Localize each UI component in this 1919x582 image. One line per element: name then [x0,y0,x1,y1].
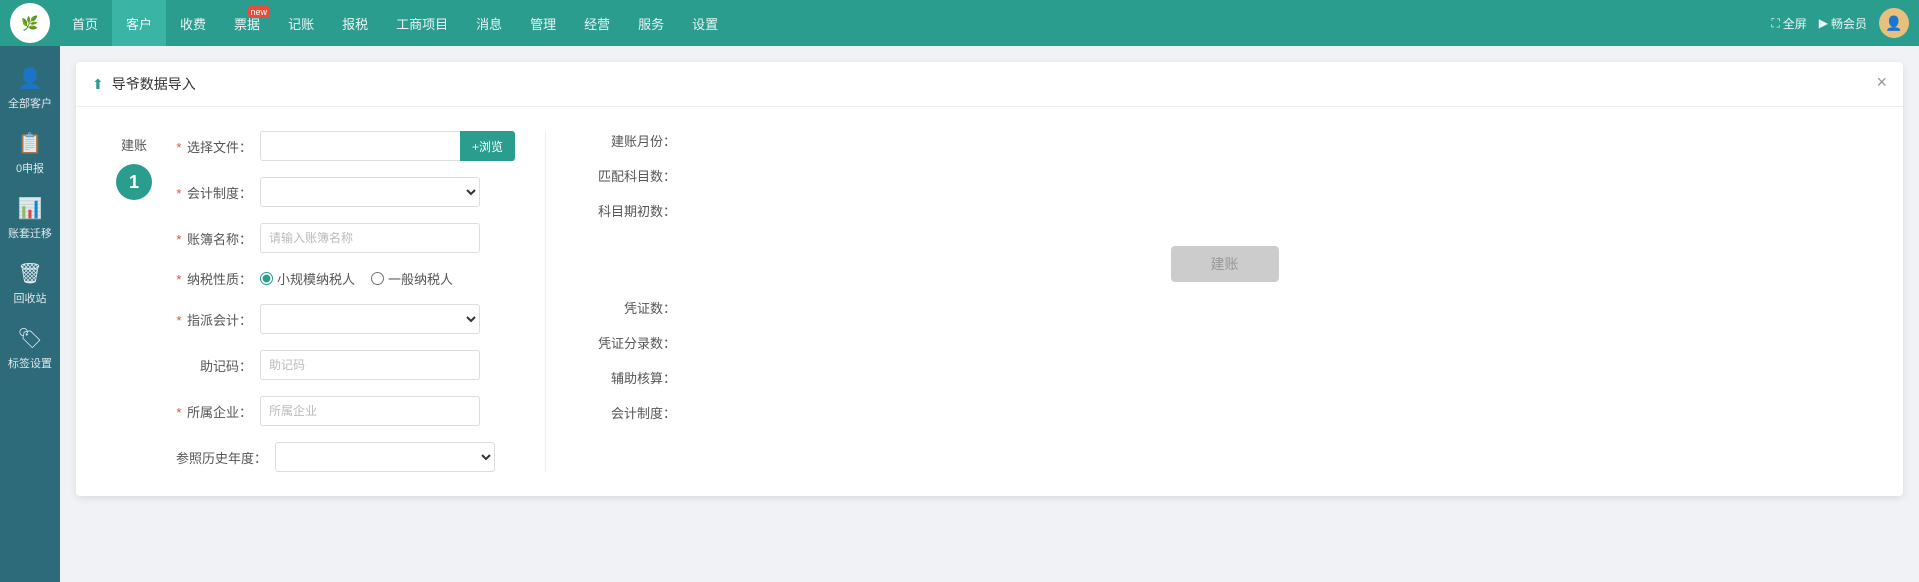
form-grid: * 选择文件： +浏览 * 会计制度： [176,131,515,472]
match-subject-label: 匹配科目数： [586,166,676,185]
ledger-name-input[interactable] [260,223,480,253]
general-tax-radio[interactable] [371,272,384,285]
main-content: ⬆ 导爷数据导入 × 建账 1 * 选择文件： [60,46,1919,582]
build-month-row: 建账月份： [586,131,1863,150]
panel-title: 导爷数据导入 [112,74,196,94]
accountant-row: * 指派会计： [176,304,515,334]
history-year-row: 参照历史年度： [176,442,515,472]
nav-operation[interactable]: 经营 [570,0,624,46]
company-input[interactable] [260,396,480,426]
nav-right: ⛶ 全屏 ▶ 畅会员 👤 [1771,8,1909,38]
voucher-records-label: 凭证分录数： [586,333,676,352]
build-button-area: 建账 [586,246,1863,282]
company-label: * 所属企业： [176,402,252,421]
app-logo[interactable]: 🌿 [10,3,50,43]
new-badge: new [248,6,271,18]
right-accounting-system-row: 会计制度： [586,403,1863,422]
ledger-name-row: * 账簿名称： [176,223,515,253]
build-month-label: 建账月份： [586,131,676,150]
voucher-records-row: 凭证分录数： [586,333,1863,352]
nav-commerce[interactable]: 工商项目 [382,0,462,46]
recycle-icon: 🗑 [17,261,42,286]
file-label: * 选择文件： [176,137,252,156]
member-button[interactable]: ▶ 畅会员 [1819,15,1867,32]
nav-customer[interactable]: 客户 [112,0,166,46]
top-nav: 🌿 首页 客户 收费 票据 new 记账 报税 工商项目 消息 管理 经营 服务… [0,0,1919,46]
sidebar-item-recycle[interactable]: 🗑 回收站 [0,251,60,316]
match-subject-row: 匹配科目数： [586,166,1863,185]
small-tax-radio[interactable] [260,272,273,285]
form-section-left: 建账 1 * 选择文件： +浏览 [116,131,515,472]
small-tax-option[interactable]: 小规模纳税人 [260,269,355,288]
nav-bookkeeping[interactable]: 记账 [274,0,328,46]
avatar[interactable]: 👤 [1879,8,1909,38]
fullscreen-button[interactable]: ⛶ 全屏 [1771,15,1806,32]
period-initial-row: 科目期初数： [586,201,1863,220]
sidebar: 👤 全部客户 📋 0申报 📊 账套迁移 🗑 回收站 🏷 标签设置 [0,46,60,582]
panel-body: 建账 1 * 选择文件： +浏览 [76,107,1903,496]
sidebar-item-declaration[interactable]: 📋 0申报 [0,121,60,186]
declaration-icon: 📋 [18,131,43,156]
accountant-select[interactable] [260,304,480,334]
right-accounting-system-label: 会计制度： [586,403,676,422]
file-input[interactable] [260,131,460,161]
nav-service[interactable]: 服务 [624,0,678,46]
period-initial-label: 科目期初数： [586,201,676,220]
form-section-right: 建账月份： 匹配科目数： 科目期初数： 建账 [545,131,1863,472]
avatar-icon: 👤 [1885,15,1902,32]
nav-charge[interactable]: 收费 [166,0,220,46]
accounting-system-row: * 会计制度： [176,177,515,207]
build-account-label: 建账 [121,135,147,154]
sidebar-item-all-customers[interactable]: 👤 全部客户 [0,56,60,121]
accounting-system-select[interactable] [260,177,480,207]
panel-header: ⬆ 导爷数据导入 [76,62,1903,107]
voucher-count-row: 凭证数： [586,298,1863,317]
history-year-label: 参照历史年度： [176,448,267,467]
nav-home[interactable]: 首页 [58,0,112,46]
company-row: * 所属企业： [176,396,515,426]
build-account-button[interactable]: 建账 [1171,246,1279,282]
nav-tax[interactable]: 报税 [328,0,382,46]
accountant-label: * 指派会计： [176,310,252,329]
memo-code-row: 助记码： [176,350,515,380]
close-button[interactable]: × [1876,72,1887,93]
history-year-select[interactable] [275,442,495,472]
right-info-fields: 建账月份： 匹配科目数： 科目期初数： 建账 [586,131,1863,422]
general-tax-option[interactable]: 一般纳税人 [371,269,453,288]
nav-management[interactable]: 管理 [516,0,570,46]
sidebar-item-tag-settings[interactable]: 🏷 标签设置 [0,316,60,381]
tag-settings-icon: 🏷 [17,326,42,351]
nav-message[interactable]: 消息 [462,0,516,46]
play-icon: ▶ [1819,16,1828,30]
import-panel: ⬆ 导爷数据导入 × 建账 1 * 选择文件： [76,62,1903,496]
fullscreen-icon: ⛶ [1771,16,1779,31]
sidebar-item-account-migration[interactable]: 📊 账套迁移 [0,186,60,251]
import-icon: ⬆ [92,76,104,93]
step-badge: 1 [116,164,152,200]
file-input-group: +浏览 [260,131,515,161]
tax-nature-row: * 纳税性质： 小规模纳税人 一般纳税人 [176,269,515,288]
browse-button[interactable]: +浏览 [460,131,515,161]
account-migration-icon: 📊 [18,196,43,221]
tax-nature-radio-group: 小规模纳税人 一般纳税人 [260,269,453,288]
accounting-system-label: * 会计制度： [176,183,252,202]
nav-items: 首页 客户 收费 票据 new 记账 报税 工商项目 消息 管理 经营 服务 设… [58,0,1771,46]
all-customers-icon: 👤 [18,66,43,91]
nav-settings[interactable]: 设置 [678,0,732,46]
ledger-name-label: * 账簿名称： [176,229,252,248]
logo-icon: 🌿 [21,15,38,32]
voucher-count-label: 凭证数： [586,298,676,317]
nav-invoice[interactable]: 票据 new [220,0,274,46]
tax-nature-label: * 纳税性质： [176,269,252,288]
aux-accounting-label: 辅助核算： [586,368,676,387]
memo-code-input[interactable] [260,350,480,380]
file-row: * 选择文件： +浏览 [176,131,515,161]
aux-accounting-row: 辅助核算： [586,368,1863,387]
memo-code-label: 助记码： [176,356,252,375]
